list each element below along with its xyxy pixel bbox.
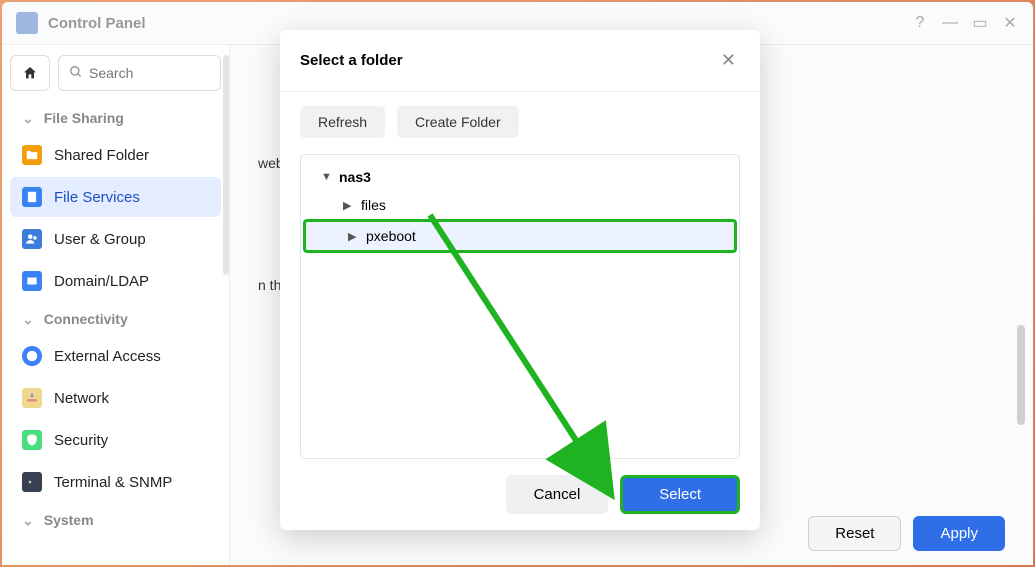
sidebar-item-external-access[interactable]: External Access — [10, 336, 221, 376]
sidebar-item-file-services[interactable]: File Services — [10, 177, 221, 217]
sidebar-item-shared-folder[interactable]: Shared Folder — [10, 135, 221, 175]
sidebar-group-connectivity[interactable]: ⌃ Connectivity — [10, 302, 221, 335]
main-scrollbar[interactable] — [1017, 325, 1025, 425]
sidebar-item-domain-ldap[interactable]: Domain/LDAP — [10, 261, 221, 301]
caret-right-icon: ▶ — [343, 199, 353, 212]
chevron-up-icon: ⌃ — [22, 109, 34, 126]
sidebar-group-system[interactable]: ⌃ System — [10, 503, 221, 536]
chevron-up-icon: ⌃ — [22, 511, 34, 528]
folder-select-dialog: Select a folder ✕ Refresh Create Folder … — [280, 30, 760, 530]
select-button[interactable]: Select — [620, 475, 740, 514]
search-box[interactable] — [58, 55, 221, 91]
sidebar-item-security[interactable]: Security — [10, 420, 221, 460]
terminal-icon — [22, 472, 42, 492]
refresh-button[interactable]: Refresh — [300, 106, 385, 138]
tree-node-files[interactable]: ▶ files — [301, 191, 739, 219]
reset-button[interactable]: Reset — [808, 516, 901, 551]
sidebar-item-terminal-snmp[interactable]: Terminal & SNMP — [10, 462, 221, 502]
create-folder-button[interactable]: Create Folder — [397, 106, 519, 138]
tree-node-root[interactable]: ▼ nas3 — [301, 163, 739, 191]
dialog-close-button[interactable]: ✕ — [717, 46, 740, 75]
users-icon — [22, 229, 42, 249]
file-icon — [22, 187, 42, 207]
dialog-title: Select a folder — [300, 52, 717, 69]
maximize-button[interactable]: ▭ — [971, 14, 989, 32]
close-button[interactable]: ✕ — [1001, 14, 1019, 32]
tree-node-pxeboot[interactable]: ▶ pxeboot — [303, 219, 737, 253]
folder-tree: ▼ nas3 ▶ files ▶ pxeboot — [300, 154, 740, 459]
caret-right-icon: ▶ — [348, 230, 358, 243]
chevron-up-icon: ⌃ — [22, 310, 34, 327]
cancel-button[interactable]: Cancel — [506, 475, 609, 514]
app-icon — [16, 12, 38, 34]
folder-icon — [22, 145, 42, 165]
shield-icon — [22, 430, 42, 450]
sidebar-scrollbar[interactable] — [223, 55, 229, 275]
search-icon — [69, 65, 83, 82]
sidebar: ⌃ File Sharing Shared Folder File Servic… — [2, 45, 230, 565]
minimize-button[interactable]: — — [941, 14, 959, 32]
caret-down-icon: ▼ — [321, 171, 331, 183]
card-icon — [22, 271, 42, 291]
help-button[interactable]: ? — [911, 14, 929, 32]
globe-icon — [22, 346, 42, 366]
sidebar-item-user-group[interactable]: User & Group — [10, 219, 221, 259]
sidebar-group-file-sharing[interactable]: ⌃ File Sharing — [10, 101, 221, 134]
network-icon — [22, 388, 42, 408]
window-title: Control Panel — [48, 15, 899, 32]
sidebar-item-network[interactable]: Network — [10, 378, 221, 418]
apply-button[interactable]: Apply — [913, 516, 1005, 551]
search-input[interactable] — [89, 65, 210, 81]
home-button[interactable] — [10, 55, 50, 91]
home-icon — [22, 65, 38, 81]
